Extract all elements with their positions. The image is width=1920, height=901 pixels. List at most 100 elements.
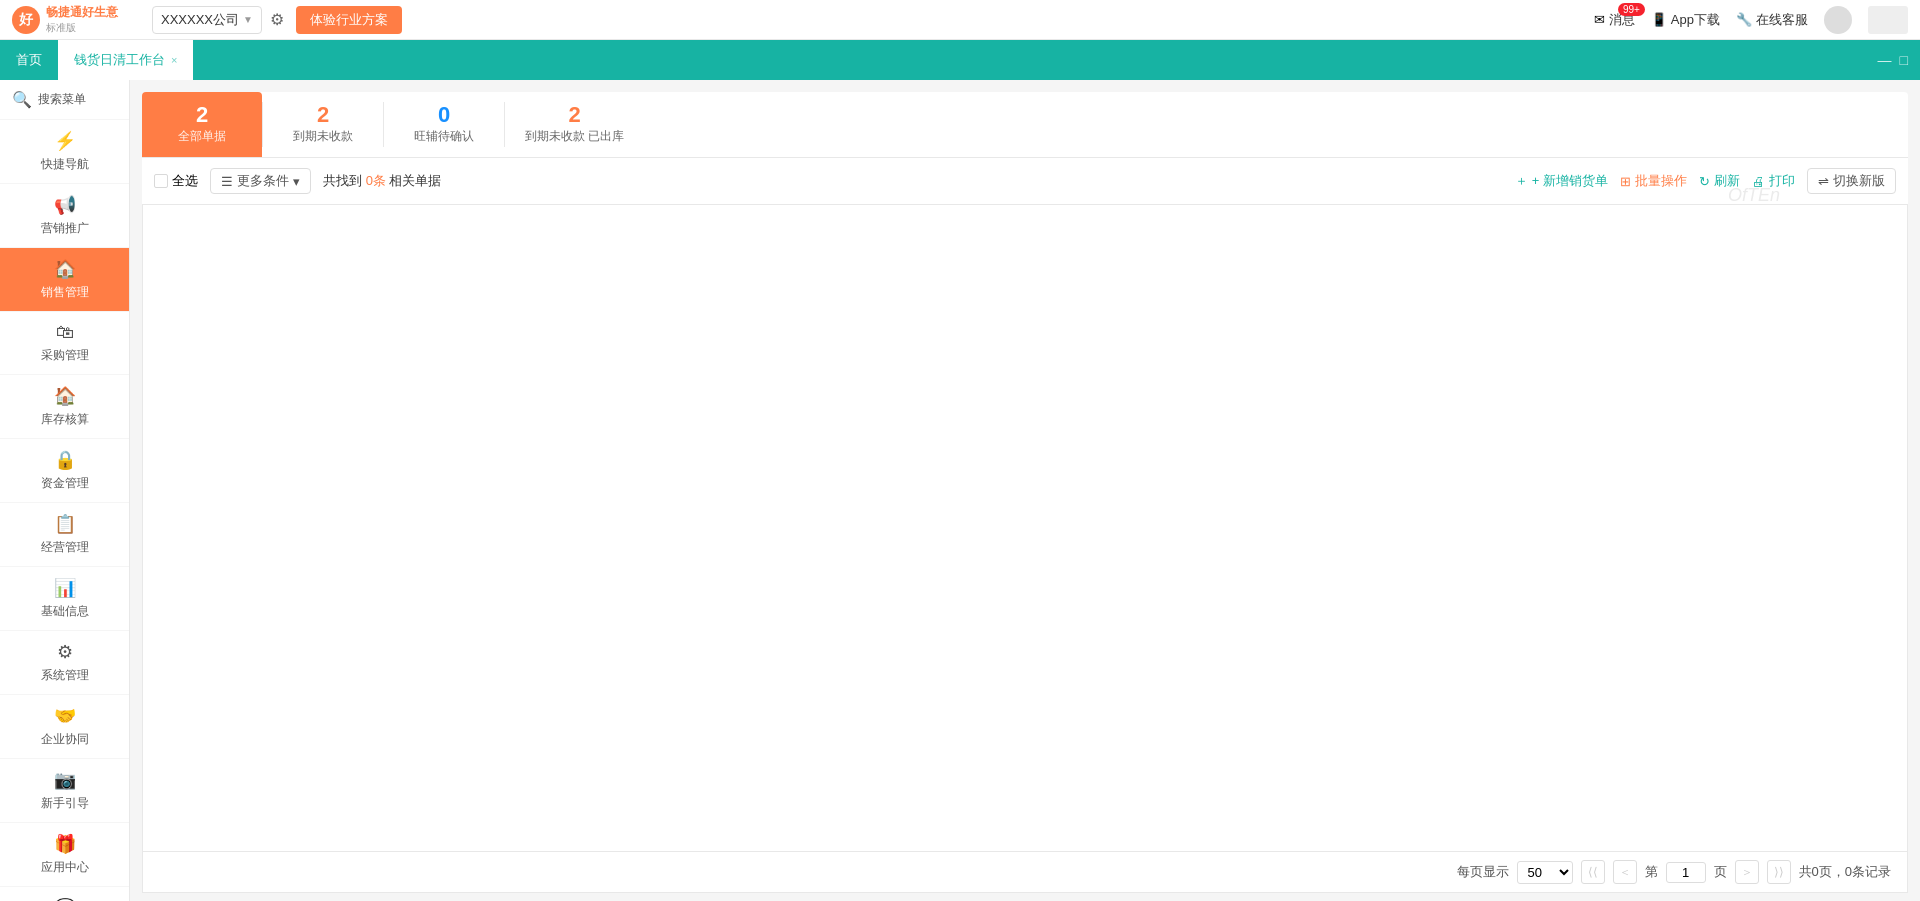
sidebar-item-wechat[interactable]: 💬 企业微信 [0, 887, 129, 901]
message-button[interactable]: ✉ 消息 99+ [1594, 11, 1635, 29]
filter-button[interactable]: ☰ 更多条件 ▾ [210, 168, 311, 194]
marketing-label: 营销推广 [41, 220, 89, 237]
print-button[interactable]: 🖨 打印 [1752, 172, 1795, 190]
tab-close-icon[interactable]: × [171, 54, 177, 66]
sidebar-item-operations[interactable]: 📋 经营管理 [0, 503, 129, 567]
logo-icon: 好 [12, 6, 40, 34]
stat-num-all: 2 [162, 102, 242, 128]
sales-label: 销售管理 [41, 284, 89, 301]
avatar[interactable] [1824, 6, 1852, 34]
batch-icon: ⊞ [1620, 174, 1631, 189]
page-last-button[interactable]: ⟩⟩ [1767, 860, 1791, 884]
marketing-icon: 📢 [54, 194, 76, 216]
guide-icon: 📷 [54, 769, 76, 791]
switch-version-button[interactable]: ⇌ 切换新版 [1807, 168, 1896, 194]
tab-home[interactable]: 首页 [0, 40, 58, 80]
base-info-icon: 📊 [54, 577, 76, 599]
quick-nav-icon: ⚡ [54, 130, 76, 152]
purchase-label: 采购管理 [41, 347, 89, 364]
add-sale-order-button[interactable]: ＋ + 新增销货单 [1515, 172, 1608, 190]
finance-label: 资金管理 [41, 475, 89, 492]
footer-pagination: 每页显示 50 100 200 ⟨⟨ ＜ 第 1 页 ＞ ⟩⟩ 共0页，0条记录 [142, 852, 1908, 893]
sidebar-item-base-info[interactable]: 📊 基础信息 [0, 567, 129, 631]
app-center-icon: 🎁 [54, 833, 76, 855]
refresh-label: 刷新 [1714, 172, 1740, 190]
page-number-input[interactable]: 1 [1666, 862, 1706, 883]
switch-label: 切换新版 [1833, 172, 1885, 190]
add-label: + 新增销货单 [1532, 172, 1608, 190]
page-label-after: 页 [1714, 863, 1727, 881]
page-label-before: 第 [1645, 863, 1658, 881]
chevron-down-icon: ▼ [243, 14, 253, 25]
page-size-select[interactable]: 50 100 200 [1517, 861, 1573, 884]
sidebar-item-guide[interactable]: 📷 新手引导 [0, 759, 129, 823]
cooperation-label: 企业协同 [41, 731, 89, 748]
filter-icon: ☰ [221, 174, 233, 189]
refresh-button[interactable]: ↻ 刷新 [1699, 172, 1740, 190]
sidebar-item-system[interactable]: ⚙ 系统管理 [0, 631, 129, 695]
company-selector[interactable]: XXXXXX公司 ▼ [152, 6, 262, 34]
toolbar-left: 全选 ☰ 更多条件 ▾ 共找到 0条 相关单据 [154, 168, 1503, 194]
sidebar-item-marketing[interactable]: 📢 营销推广 [0, 184, 129, 248]
switch-icon: ⇌ [1818, 174, 1829, 189]
purchase-icon: 🛍 [56, 322, 74, 343]
logo-area: 好 畅捷通好生意 标准版 [12, 5, 142, 34]
message-badge: 99+ [1618, 3, 1645, 16]
sidebar-item-sales[interactable]: 🏠 销售管理 [0, 248, 129, 312]
select-all-checkbox[interactable]: 全选 [154, 172, 198, 190]
tab-active[interactable]: 钱货日清工作台 × [58, 40, 193, 80]
nav-tabs-right: — □ [1878, 52, 1920, 68]
logo-text: 畅捷通好生意 标准版 [46, 5, 118, 34]
sidebar-item-inventory[interactable]: 🏠 库存核算 [0, 375, 129, 439]
online-service-button[interactable]: 🔧 在线客服 [1736, 11, 1808, 29]
nav-tabs: 首页 钱货日清工作台 × — □ [0, 40, 1920, 80]
per-page-label: 每页显示 [1457, 863, 1509, 881]
stat-num-overdue-shipped: 2 [525, 102, 624, 128]
sidebar-item-app-center[interactable]: 🎁 应用中心 [0, 823, 129, 887]
content-area: 2 全部单据 2 到期未收款 0 旺辅待确认 2 到期未收款 已出库 [130, 80, 1920, 901]
table-area [142, 205, 1908, 852]
stat-tab-overdue-shipped[interactable]: 2 到期未收款 已出库 [505, 92, 644, 157]
finance-icon: 🔒 [54, 449, 76, 471]
stat-tab-all[interactable]: 2 全部单据 [142, 92, 262, 157]
app-download-button[interactable]: 📱 App下载 [1651, 11, 1720, 29]
sidebar-item-finance[interactable]: 🔒 资金管理 [0, 439, 129, 503]
filter-label: 更多条件 [237, 172, 289, 190]
tab-home-label: 首页 [16, 51, 42, 69]
settings-icon[interactable]: ⚙ [270, 10, 284, 29]
sidebar-item-quick-nav[interactable]: ⚡ 快捷导航 [0, 120, 129, 184]
search-menu-label: 搜索菜单 [38, 91, 86, 108]
maximize-icon[interactable]: □ [1900, 52, 1908, 68]
message-icon: ✉ [1594, 12, 1605, 27]
stat-num-pending: 0 [404, 102, 484, 128]
system-label: 系统管理 [41, 667, 89, 684]
stats-tabs: 2 全部单据 2 到期未收款 0 旺辅待确认 2 到期未收款 已出库 [142, 92, 1908, 158]
sidebar-item-purchase[interactable]: 🛍 采购管理 [0, 312, 129, 375]
refresh-icon: ↻ [1699, 174, 1710, 189]
page-first-button[interactable]: ⟨⟨ [1581, 860, 1605, 884]
add-icon: ＋ [1515, 172, 1528, 190]
inventory-icon: 🏠 [54, 385, 76, 407]
app-icon: 📱 [1651, 12, 1667, 27]
base-info-label: 基础信息 [41, 603, 89, 620]
stat-tab-overdue[interactable]: 2 到期未收款 [263, 92, 383, 157]
batch-operation-button[interactable]: ⊞ 批量操作 [1620, 172, 1687, 190]
page-next-button[interactable]: ＞ [1735, 860, 1759, 884]
sidebar: 🔍 搜索菜单 ⚡ 快捷导航 📢 营销推广 🏠 销售管理 🛍 采购管理 🏠 库存核… [0, 80, 130, 901]
filter-chevron-icon: ▾ [293, 174, 300, 189]
sidebar-item-cooperation[interactable]: 🤝 企业协同 [0, 695, 129, 759]
sidebar-search[interactable]: 🔍 搜索菜单 [0, 80, 129, 120]
header-right: ✉ 消息 99+ 📱 App下载 🔧 在线客服 [1594, 6, 1908, 34]
stat-tab-pending[interactable]: 0 旺辅待确认 [384, 92, 504, 157]
toolbar-right: ＋ + 新增销货单 ⊞ 批量操作 ↻ 刷新 🖨 打印 ⇌ 切换新版 [1515, 168, 1896, 194]
user-name-area[interactable] [1868, 6, 1908, 34]
minimize-icon[interactable]: — [1878, 52, 1892, 68]
checkbox-box [154, 174, 168, 188]
top-header: 好 畅捷通好生意 标准版 XXXXXX公司 ▼ ⚙ 体验行业方案 ✉ 消息 99… [0, 0, 1920, 40]
found-count: 0条 [366, 173, 386, 188]
stat-num-overdue: 2 [283, 102, 363, 128]
page-prev-button[interactable]: ＜ [1613, 860, 1637, 884]
trial-button[interactable]: 体验行业方案 [296, 6, 402, 34]
batch-label: 批量操作 [1635, 172, 1687, 190]
brand-name: 畅捷通好生意 [46, 5, 118, 21]
